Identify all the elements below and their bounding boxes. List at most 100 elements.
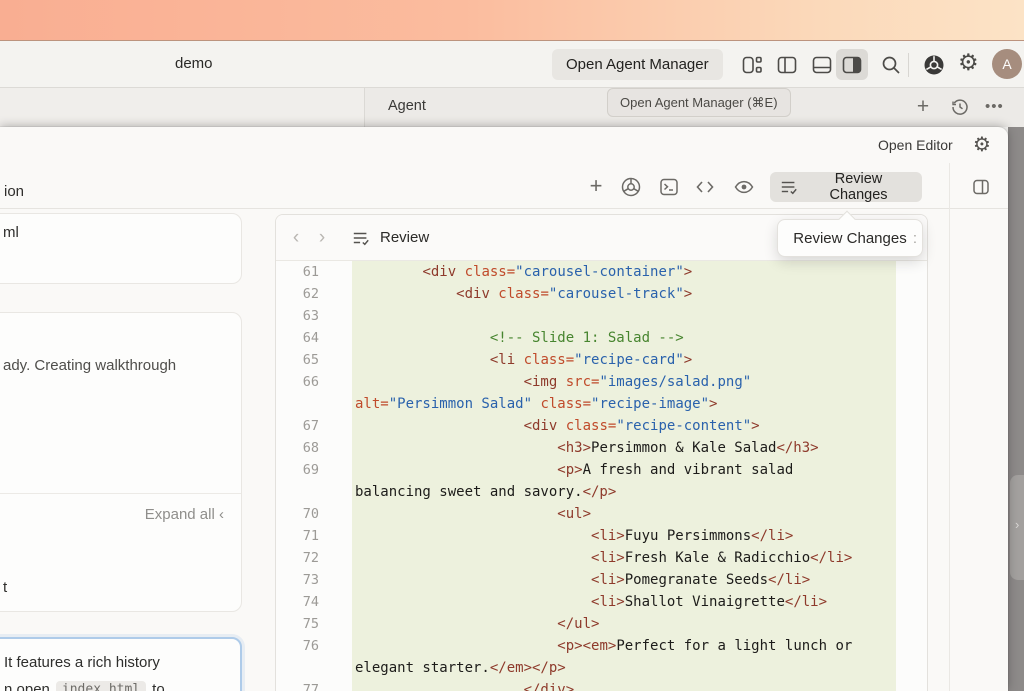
settings-gear-icon[interactable]: ⚙: [958, 52, 980, 74]
line-number[interactable]: 75: [276, 613, 352, 635]
line-number[interactable]: 72: [276, 547, 352, 569]
component-panels-icon[interactable]: [741, 54, 763, 76]
line-number[interactable]: 61: [276, 261, 352, 283]
code-line[interactable]: balancing sweet and savory.</p>: [276, 481, 927, 503]
panel-settings-gear-icon[interactable]: ⚙: [973, 133, 991, 155]
line-number[interactable]: 68: [276, 437, 352, 459]
toolbar-divider-line: [0, 208, 1008, 209]
code-text: <li>Pomegranate Seeds</li>: [352, 569, 896, 591]
card-divider: [0, 493, 241, 494]
thread-card-file[interactable]: ml: [0, 213, 242, 284]
line-number[interactable]: 70: [276, 503, 352, 525]
add-context-plus-icon[interactable]: +: [585, 176, 607, 198]
code-line[interactable]: alt="Persimmon Salad" class="recipe-imag…: [276, 393, 927, 415]
message-line: n open index.html to: [4, 681, 165, 691]
agent-manager-panel: Open Editor ⚙ ion +: [0, 127, 1008, 691]
dimmed-background-strip: ›: [1008, 127, 1024, 691]
line-number[interactable]: 73: [276, 569, 352, 591]
code-line[interactable]: 61 <div class="carousel-container">: [276, 261, 927, 283]
code-text: alt="Persimmon Salad" class="recipe-imag…: [352, 393, 896, 415]
line-number[interactable]: 76: [276, 635, 352, 657]
code-line[interactable]: 66 <img src="images/salad.png": [276, 371, 927, 393]
review-pane: ‹ › Review 61 <div class="carousel-conta…: [275, 214, 928, 691]
popover-label: Review Changes: [793, 230, 906, 247]
review-list-icon: [352, 229, 370, 247]
title-bar: demo Open Agent Manager: [0, 41, 1024, 88]
thread-card-status[interactable]: ady. Creating walkthrough Expand all ‹ t: [0, 312, 242, 612]
line-number[interactable]: 66: [276, 371, 352, 393]
line-number[interactable]: 64: [276, 327, 352, 349]
code-line[interactable]: 68 <h3>Persimmon & Kale Salad</h3>: [276, 437, 927, 459]
expand-chevron-icon: ‹: [219, 506, 224, 523]
line-number[interactable]: 67: [276, 415, 352, 437]
review-changes-button-label: Review Changes: [805, 171, 912, 203]
code-line[interactable]: 62 <div class="carousel-track">: [276, 283, 927, 305]
code-line[interactable]: 70 <ul>: [276, 503, 927, 525]
code-line[interactable]: 76 <p><em>Perfect for a light lunch or: [276, 635, 927, 657]
review-changes-popover[interactable]: Review Changes :: [777, 219, 923, 257]
next-change-icon[interactable]: ›: [312, 227, 332, 249]
line-number[interactable]: 77: [276, 679, 352, 691]
search-icon[interactable]: [880, 54, 902, 76]
review-changes-button[interactable]: Review Changes: [770, 172, 922, 202]
expand-all-link[interactable]: Expand all ‹: [145, 506, 224, 523]
code-text: </ul>: [352, 613, 896, 635]
code-line[interactable]: 74 <li>Shallot Vinaigrette</li>: [276, 591, 927, 613]
code-line[interactable]: 75 </ul>: [276, 613, 927, 635]
line-number[interactable]: 69: [276, 459, 352, 481]
line-number[interactable]: 74: [276, 591, 352, 613]
dimmed-background-element: ›: [1010, 475, 1024, 580]
open-editor-link[interactable]: Open Editor: [878, 137, 953, 153]
code-line[interactable]: elegant starter.</em></p>: [276, 657, 927, 679]
web-browser-icon[interactable]: [620, 176, 642, 198]
line-number[interactable]: [276, 481, 352, 503]
code-line[interactable]: 72 <li>Fresh Kale & Radicchio</li>: [276, 547, 927, 569]
terminal-icon[interactable]: [658, 176, 680, 198]
left-pane-header: [0, 88, 365, 127]
text-fragment: t: [3, 579, 7, 596]
code-line[interactable]: 71 <li>Fuyu Persimmons</li>: [276, 525, 927, 547]
bottom-dock-icon[interactable]: [811, 54, 833, 76]
history-icon[interactable]: [950, 97, 970, 117]
code-line[interactable]: 63: [276, 305, 927, 327]
line-number[interactable]: 62: [276, 283, 352, 305]
code-icon[interactable]: [694, 176, 716, 198]
message-line: It features a rich history: [4, 654, 160, 671]
code-text: <ul>: [352, 503, 896, 525]
code-line[interactable]: 64 <!-- Slide 1: Salad -->: [276, 327, 927, 349]
message-card-focused[interactable]: It features a rich history n open index.…: [0, 637, 242, 691]
code-rows: 61 <div class="carousel-container">62 <d…: [276, 261, 927, 691]
left-dock-icon[interactable]: [776, 54, 798, 76]
review-title: Review: [380, 229, 429, 246]
line-number[interactable]: 71: [276, 525, 352, 547]
avatar[interactable]: A: [992, 49, 1022, 79]
code-line[interactable]: 73 <li>Pomegranate Seeds</li>: [276, 569, 927, 591]
code-line[interactable]: 65 <li class="recipe-card">: [276, 349, 927, 371]
code-text: <div class="carousel-track">: [352, 283, 896, 305]
line-number[interactable]: 63: [276, 305, 352, 327]
code-text: <p><em>Perfect for a light lunch or: [352, 635, 896, 657]
diff-code-area[interactable]: 61 <div class="carousel-container">62 <d…: [276, 261, 927, 691]
right-panel-icon[interactable]: [971, 177, 991, 197]
code-line[interactable]: 67 <div class="recipe-content">: [276, 415, 927, 437]
file-chip-index-html[interactable]: index.html: [56, 681, 146, 691]
right-dock-icon[interactable]: [841, 54, 863, 76]
tooltip-open-agent-manager: Open Agent Manager (⌘E): [607, 88, 791, 117]
pane-tab-row: Agent + •••: [0, 88, 1024, 127]
code-line[interactable]: 77 </div>: [276, 679, 927, 691]
code-line[interactable]: 69 <p>A fresh and vibrant salad: [276, 459, 927, 481]
tab-agent[interactable]: Agent: [388, 98, 426, 114]
code-text: <h3>Persimmon & Kale Salad</h3>: [352, 437, 896, 459]
thread-title-fragment: ion: [4, 183, 24, 200]
browser-icon[interactable]: [923, 54, 945, 76]
window-title: demo: [175, 55, 213, 72]
eye-icon[interactable]: [733, 176, 755, 198]
code-text: elegant starter.</em></p>: [352, 657, 896, 679]
new-thread-plus-icon[interactable]: +: [913, 97, 933, 117]
open-agent-manager-button[interactable]: Open Agent Manager: [552, 49, 723, 80]
prev-change-icon[interactable]: ‹: [286, 227, 306, 249]
line-number[interactable]: [276, 393, 352, 415]
line-number[interactable]: 65: [276, 349, 352, 371]
line-number[interactable]: [276, 657, 352, 679]
more-options-icon[interactable]: •••: [985, 97, 1005, 117]
